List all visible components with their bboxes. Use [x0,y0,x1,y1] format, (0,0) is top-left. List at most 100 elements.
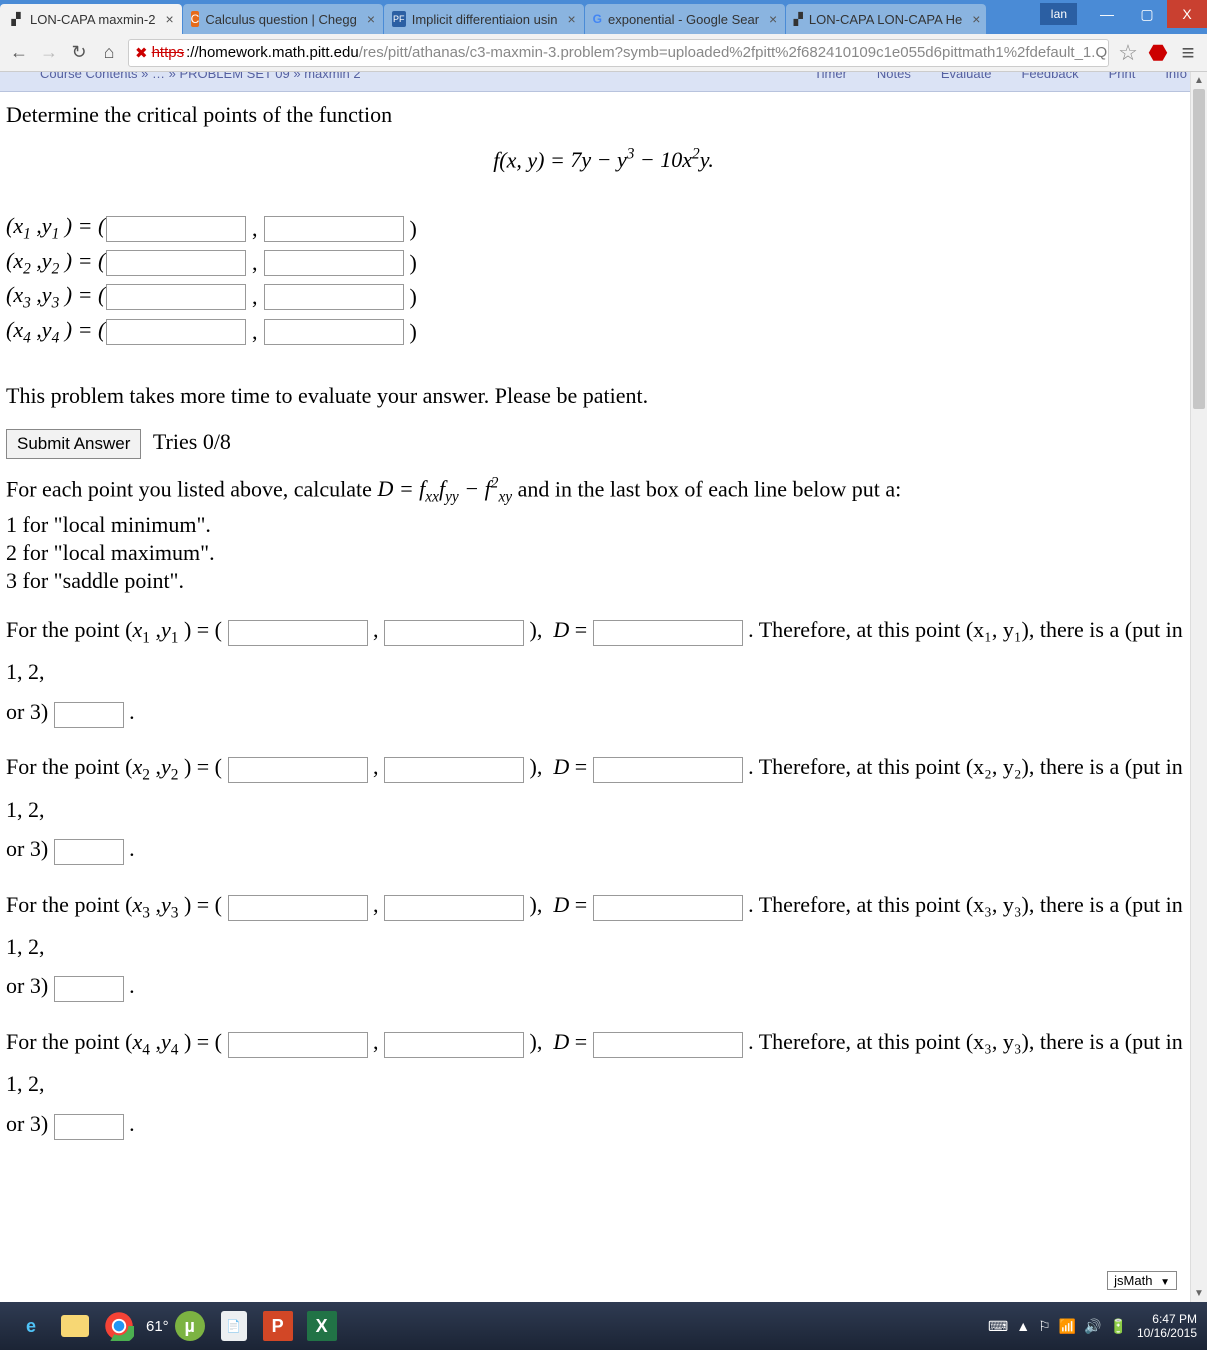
pt1-y-input[interactable] [384,620,524,646]
volume-icon[interactable]: 🔊 [1084,1318,1101,1335]
period: . [129,973,135,998]
submit-answer-button[interactable]: Submit Answer [6,429,141,459]
minimize-button[interactable]: — [1087,0,1127,28]
close-icon[interactable]: × [769,11,777,27]
ublock-icon[interactable]: ⬣ [1147,42,1169,64]
patience-note: This problem takes more time to evaluate… [6,383,1201,409]
vertical-scrollbar[interactable]: ▲ ▼ [1190,72,1207,1302]
close-D: ), D = [530,1029,593,1054]
window-close-button[interactable]: X [1167,0,1207,28]
powerpoint-icon[interactable]: P [257,1305,299,1347]
instr-option-2: 2 for "local maximum". [6,540,1201,566]
file-explorer-icon[interactable] [54,1305,96,1347]
header-link-print[interactable]: Print [1109,72,1136,81]
home-button[interactable]: ⌂ [98,42,120,64]
pt1-D-input[interactable] [593,620,743,646]
close-paren: ) [410,250,417,276]
cp2-y-input[interactable] [264,250,404,276]
weather-temp[interactable]: 61° [146,1318,169,1335]
utorrent-icon[interactable]: µ [169,1305,211,1347]
tab-google[interactable]: G exponential - Google Sear × [585,4,785,34]
close-icon[interactable]: × [367,11,375,27]
keyboard-icon[interactable]: ⌨ [988,1318,1008,1335]
scroll-up-arrow-icon[interactable]: ▲ [1191,72,1207,89]
notepad-icon[interactable]: 📄 [213,1305,255,1347]
tab-pf[interactable]: PF Implicit differentiaion usin × [384,4,584,34]
close-D: ), D = [530,617,593,642]
forward-button[interactable]: → [38,42,60,64]
pt2-y-input[interactable] [384,757,524,783]
cp-label: (x3 ,y3 ) = ( [6,282,106,312]
tab-loncapa-help[interactable]: ▞ LON-CAPA LON-CAPA He × [786,4,986,34]
pt1-x-input[interactable] [228,620,368,646]
cp-label: (x1 ,y1 ) = ( [6,213,106,243]
battery-icon[interactable]: 🔋 [1110,1318,1127,1335]
pt4-y-input[interactable] [384,1032,524,1058]
course-header-strip: Course Contents » … » PROBLEM SET 09 » m… [0,72,1207,92]
pt3-x-input[interactable] [228,895,368,921]
url-input[interactable]: ✖ https ://homework.math.pitt.edu /res/p… [128,39,1109,67]
tray-up-icon[interactable]: ▲ [1016,1318,1030,1334]
pt4-D-input[interactable] [593,1032,743,1058]
equation-lhs: f(x, y) = [493,147,570,172]
cp3-y-input[interactable] [264,284,404,310]
reload-button[interactable]: ↻ [68,42,90,64]
pt4-x-input[interactable] [228,1032,368,1058]
pt3-y-input[interactable] [384,895,524,921]
cp4-x-input[interactable] [106,319,246,345]
cp2-x-input[interactable] [106,250,246,276]
header-link-timer[interactable]: Timer [814,72,847,81]
header-link-evaluate[interactable]: Evaluate [941,72,992,81]
cp4-y-input[interactable] [264,319,404,345]
cp1-y-input[interactable] [264,216,404,242]
instr-option-1: 1 for "local minimum". [6,512,1201,538]
bookmark-star-icon[interactable]: ☆ [1117,42,1139,64]
tab-title: exponential - Google Sear [608,12,759,27]
action-center-icon[interactable]: ⚐ [1038,1318,1051,1335]
chrome-icon[interactable] [98,1305,140,1347]
cp1-x-input[interactable] [106,216,246,242]
cp-label: (x4 ,y4 ) = ( [6,317,106,347]
taskbar-clock[interactable]: 6:47 PM 10/16/2015 [1137,1312,1197,1341]
problem-prompt: Determine the critical points of the fun… [6,102,1201,128]
date-label: 10/16/2015 [1137,1326,1197,1340]
network-icon[interactable]: 📶 [1059,1318,1076,1335]
pt2-D-input[interactable] [593,757,743,783]
maximize-button[interactable]: ▢ [1127,0,1167,28]
pt1-class-input[interactable] [54,702,124,728]
cp3-x-input[interactable] [106,284,246,310]
critical-point-row-2: (x2 ,y2 ) = ( , ) [6,248,1201,278]
point-line-4: For the point (x4 ,y4 ) = ( , ), D = . T… [6,1022,1201,1143]
ie-icon[interactable]: e [10,1305,52,1347]
close-icon[interactable]: × [567,11,575,27]
point-line-2: For the point (x2 ,y2 ) = ( , ), D = . T… [6,747,1201,868]
pt2-class-input[interactable] [54,839,124,865]
chrome-user-badge[interactable]: Ian [1040,3,1077,25]
pt3-D-input[interactable] [593,895,743,921]
tab-chegg[interactable]: C Calculus question | Chegg × [183,4,383,34]
tries-label: Tries 0/8 [153,429,231,454]
pt2-x-input[interactable] [228,757,368,783]
equation-rhs: 7y − y3 − 10x2y. [570,147,713,172]
scrollbar-thumb[interactable] [1193,89,1205,409]
scroll-down-arrow-icon[interactable]: ▼ [1191,1285,1207,1302]
back-button[interactable]: ← [8,42,30,64]
favicon-google: G [593,11,602,27]
jsmath-button[interactable]: jsMath ▼ [1107,1271,1177,1290]
tab-title: LON-CAPA LON-CAPA He [809,12,962,27]
close-icon[interactable]: × [165,11,173,27]
pt4-class-input[interactable] [54,1114,124,1140]
address-bar: ← → ↻ ⌂ ✖ https ://homework.math.pitt.ed… [0,34,1207,72]
period: . [129,1111,135,1136]
period: . [129,699,135,724]
excel-icon[interactable]: X [301,1305,343,1347]
comma: , [252,319,258,345]
chrome-menu-icon[interactable]: ≡ [1177,42,1199,64]
close-icon[interactable]: × [972,11,980,27]
header-link-info[interactable]: Info [1165,72,1187,81]
pt3-class-input[interactable] [54,976,124,1002]
header-link-feedback[interactable]: Feedback [1021,72,1078,81]
tab-active[interactable]: ▞ LON-CAPA maxmin-2 × [0,4,182,34]
header-link-notes[interactable]: Notes [877,72,911,81]
tab-title: LON-CAPA maxmin-2 [30,12,155,27]
